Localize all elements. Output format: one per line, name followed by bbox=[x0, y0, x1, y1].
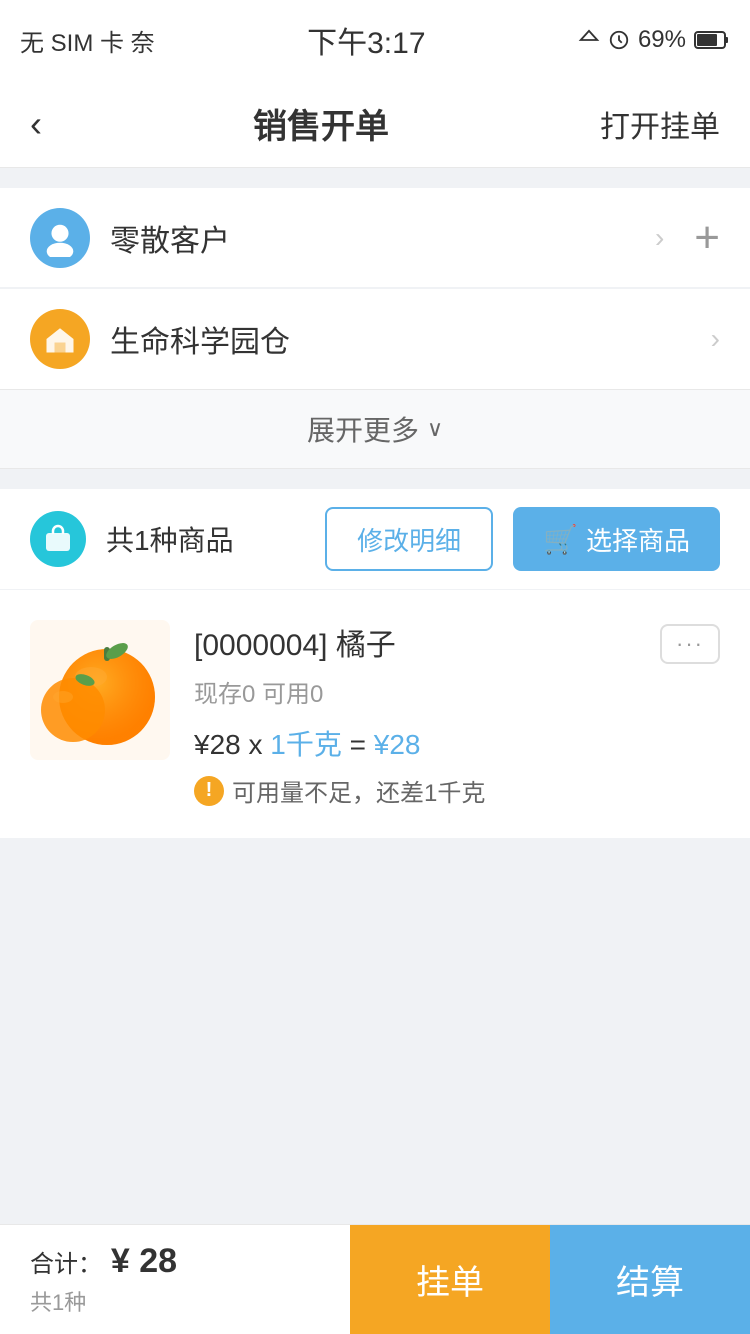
product-item: [0000004] 橘子 现存0 可用0 ¥28 x 1千克 = ¥28 ! 可… bbox=[0, 589, 750, 838]
cart-icon: 🛒 bbox=[543, 523, 578, 556]
location-icon bbox=[578, 29, 600, 51]
product-total: ¥28 bbox=[374, 729, 421, 760]
hang-button[interactable]: 挂单 bbox=[350, 1225, 550, 1334]
checkout-button[interactable]: 结算 bbox=[550, 1225, 750, 1334]
total-section: 合计： ¥ 28 共1种 bbox=[0, 1225, 350, 1334]
alarm-icon bbox=[608, 29, 630, 51]
warning-text: 可用量不足，还差1千克 bbox=[232, 773, 485, 808]
product-stock: 现存0 可用0 bbox=[194, 674, 636, 709]
product-equals: = bbox=[350, 729, 374, 760]
battery-percent: 69% bbox=[638, 26, 686, 54]
product-count-text: 共1种商品 bbox=[106, 519, 305, 559]
status-left: 无 SIM 卡 奈 bbox=[20, 23, 155, 58]
total-amount-row: 合计： ¥ 28 bbox=[30, 1242, 320, 1281]
product-header: 共1种商品 修改明细 🛒 选择商品 bbox=[0, 489, 750, 589]
page-title: 销售开单 bbox=[253, 99, 389, 148]
product-more-button[interactable]: ··· bbox=[660, 624, 720, 664]
expand-more-label: 展开更多 bbox=[307, 409, 419, 449]
expand-more-button[interactable]: 展开更多 ∨ bbox=[0, 389, 750, 469]
warning-icon: ! bbox=[194, 776, 224, 806]
warehouse-chevron-icon: › bbox=[711, 323, 720, 355]
product-info: [0000004] 橘子 现存0 可用0 ¥28 x 1千克 = ¥28 ! 可… bbox=[194, 620, 636, 808]
divider-1 bbox=[0, 168, 750, 188]
add-customer-button[interactable]: + bbox=[694, 216, 720, 260]
warehouse-row[interactable]: 生命科学园仓 › bbox=[0, 289, 750, 389]
total-label: 合计： bbox=[30, 1251, 102, 1278]
divider-2 bbox=[0, 469, 750, 489]
sim-status: 无 SIM 卡 奈 bbox=[20, 23, 155, 58]
expand-chevron-icon: ∨ bbox=[427, 416, 443, 442]
status-bar: 无 SIM 卡 奈 下午3:17 69% bbox=[0, 0, 750, 80]
battery-icon bbox=[694, 29, 730, 51]
select-product-button[interactable]: 🛒 选择商品 bbox=[513, 507, 720, 571]
nav-bar: ‹ 销售开单 打开挂单 bbox=[0, 80, 750, 168]
customer-chevron-icon: › bbox=[655, 222, 664, 254]
status-right: 69% bbox=[578, 26, 730, 54]
customer-row[interactable]: 零散客户 › + bbox=[0, 188, 750, 288]
product-price-row: ¥28 x 1千克 = ¥28 bbox=[194, 723, 636, 763]
warehouse-name: 生命科学园仓 bbox=[110, 317, 711, 361]
main-content: 零散客户 › + 生命科学园仓 › 展开更多 ∨ 共1种 bbox=[0, 168, 750, 948]
product-qty[interactable]: 1千克 bbox=[270, 729, 342, 760]
total-count: 共1种 bbox=[30, 1285, 320, 1317]
product-image bbox=[30, 620, 170, 760]
modify-detail-button[interactable]: 修改明细 bbox=[325, 507, 493, 571]
back-button[interactable]: ‹ bbox=[30, 103, 42, 145]
status-time: 下午3:17 bbox=[307, 18, 425, 62]
warehouse-icon bbox=[30, 309, 90, 369]
open-hang-button[interactable]: 打开挂单 bbox=[600, 102, 720, 146]
product-price: ¥28 x bbox=[194, 729, 263, 760]
customer-avatar bbox=[30, 208, 90, 268]
product-warning: ! 可用量不足，还差1千克 bbox=[194, 773, 636, 808]
bottom-bar: 合计： ¥ 28 共1种 挂单 结算 bbox=[0, 1224, 750, 1334]
customer-name: 零散客户 bbox=[110, 216, 655, 260]
total-value: ¥ 28 bbox=[111, 1242, 177, 1280]
product-name: [0000004] 橘子 bbox=[194, 620, 636, 664]
product-count-icon bbox=[30, 511, 86, 567]
